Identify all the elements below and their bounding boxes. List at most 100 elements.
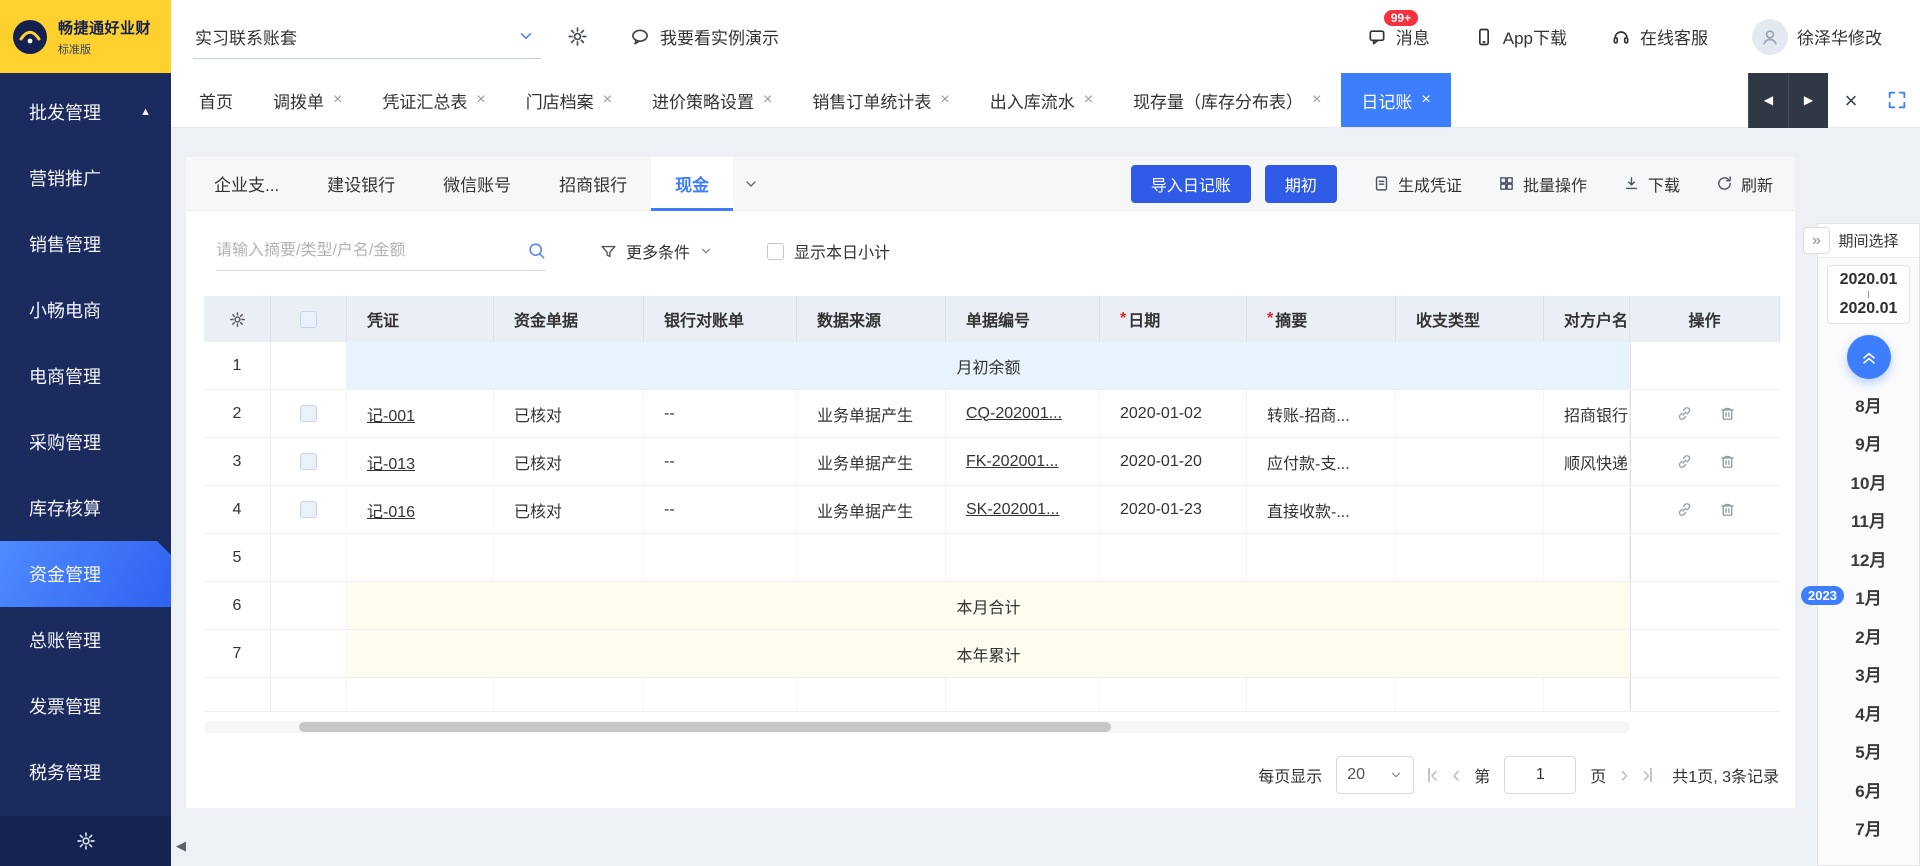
scroll-tabs-right-button[interactable]: ▶: [1788, 72, 1828, 128]
horizontal-scrollbar[interactable]: [204, 721, 1630, 733]
tab-进价策略设置[interactable]: 进价策略设置 ×: [632, 73, 792, 127]
daily-subtotal-toggle[interactable]: 显示本日小计: [767, 239, 890, 263]
row-checkbox[interactable]: [300, 501, 317, 518]
search-input[interactable]: [216, 241, 519, 260]
demo-link[interactable]: 我要看实例演示: [630, 24, 779, 49]
row-checkbox[interactable]: [300, 453, 317, 470]
delete-icon[interactable]: [1719, 501, 1736, 518]
sidebar-item-电商管理[interactable]: 电商管理: [0, 343, 171, 409]
subtab-现金[interactable]: 现金: [651, 156, 734, 211]
page-input[interactable]: [1504, 756, 1577, 794]
month-10月[interactable]: 10月: [1818, 462, 1919, 501]
subtab-dropdown-button[interactable]: [733, 176, 769, 192]
tab-首页[interactable]: 首页: [179, 73, 253, 127]
sidebar-item-批发管理[interactable]: 批发管理 ▲: [0, 79, 171, 145]
row-checkbox-cell[interactable]: [271, 390, 347, 437]
close-tab-icon[interactable]: ×: [1312, 91, 1321, 109]
per-page-select[interactable]: 20: [1336, 756, 1415, 794]
sidebar-item-营销推广[interactable]: 营销推广: [0, 145, 171, 211]
subtab-招商银行[interactable]: 招商银行: [535, 157, 651, 211]
month-2月[interactable]: 2月: [1818, 616, 1919, 655]
month-6月[interactable]: 6月: [1818, 770, 1919, 809]
toolbar-button-刷新[interactable]: 刷新: [1716, 172, 1773, 196]
sidebar-item-总账管理[interactable]: 总账管理: [0, 607, 171, 673]
close-tabs-button[interactable]: ×: [1828, 73, 1874, 128]
tab-现存量（库存分布表）[interactable]: 现存量（库存分布表） ×: [1113, 73, 1341, 127]
sidebar-item-税务管理[interactable]: 税务管理: [0, 739, 171, 805]
scrollbar-thumb[interactable]: [299, 722, 1111, 732]
document-link[interactable]: 记-016: [367, 498, 415, 522]
toolbar-button-期初[interactable]: 期初: [1264, 164, 1337, 203]
more-conditions-button[interactable]: 更多条件: [600, 239, 713, 263]
close-tab-icon[interactable]: ×: [1084, 91, 1093, 109]
collapse-sidebar-button[interactable]: ◀: [176, 838, 186, 854]
tab-凭证汇总表[interactable]: 凭证汇总表 ×: [362, 73, 505, 127]
select-all-checkbox[interactable]: [271, 296, 347, 342]
close-tab-icon[interactable]: ×: [1421, 91, 1430, 109]
month-4月[interactable]: 4月: [1818, 693, 1919, 732]
tab-门店档案[interactable]: 门店档案 ×: [506, 73, 632, 127]
document-link[interactable]: SK-202001...: [966, 501, 1059, 519]
messages-button[interactable]: 99+ 消息: [1367, 8, 1430, 49]
tab-出入库流水[interactable]: 出入库流水 ×: [970, 73, 1113, 127]
sidebar-item-小畅电商[interactable]: 小畅电商: [0, 277, 171, 343]
sidebar-item-销售管理[interactable]: 销售管理: [0, 211, 171, 277]
row-checkbox[interactable]: [300, 405, 317, 422]
month-11月[interactable]: 11月: [1818, 501, 1919, 540]
collapse-panel-button[interactable]: »: [1803, 227, 1830, 254]
link-icon[interactable]: [1676, 501, 1693, 518]
subtab-企业支...[interactable]: 企业支...: [190, 157, 303, 211]
table-settings-gear-icon[interactable]: [204, 296, 271, 342]
close-tab-icon[interactable]: ×: [333, 91, 342, 109]
sidebar-item-采购管理[interactable]: 采购管理: [0, 409, 171, 475]
month-7月[interactable]: 7月: [1818, 809, 1919, 848]
prev-page-button[interactable]: ‹: [1452, 763, 1460, 787]
user-menu[interactable]: 徐泽华修改: [1752, 18, 1882, 55]
close-tab-icon[interactable]: ×: [940, 91, 949, 109]
first-page-button[interactable]: ‹: [1428, 763, 1438, 787]
link-icon[interactable]: [1676, 453, 1693, 470]
month-12月[interactable]: 12月: [1818, 539, 1919, 578]
toolbar-button-生成凭证[interactable]: 生成凭证: [1373, 172, 1462, 196]
fullscreen-button[interactable]: [1874, 89, 1920, 111]
document-link[interactable]: CQ-202001...: [966, 405, 1062, 423]
last-page-button[interactable]: ›: [1642, 763, 1653, 787]
daily-subtotal-checkbox[interactable]: [767, 242, 785, 260]
link-icon[interactable]: [1676, 405, 1693, 422]
account-set-select[interactable]: 实习联系账套: [193, 15, 541, 59]
toolbar-button-下载[interactable]: 下载: [1623, 172, 1680, 196]
scroll-up-button[interactable]: [1846, 335, 1891, 379]
online-service-button[interactable]: 在线客服: [1611, 24, 1708, 49]
search-icon[interactable]: [527, 241, 546, 260]
toolbar-button-导入日记账[interactable]: 导入日记账: [1130, 164, 1251, 203]
sidebar-settings-button[interactable]: [0, 816, 171, 866]
subtab-建设银行[interactable]: 建设银行: [303, 157, 419, 211]
sidebar-item-资金管理[interactable]: 资金管理: [0, 541, 171, 607]
row-checkbox-cell[interactable]: [271, 486, 347, 533]
document-link[interactable]: 记-013: [367, 450, 415, 474]
close-tab-icon[interactable]: ×: [763, 91, 772, 109]
subtab-微信账号[interactable]: 微信账号: [419, 157, 535, 211]
row-checkbox-cell[interactable]: [271, 438, 347, 485]
month-9月[interactable]: 9月: [1818, 424, 1919, 463]
tab-销售订单统计表[interactable]: 销售订单统计表 ×: [792, 73, 969, 127]
period-range[interactable]: 2020.01 2020.01: [1827, 265, 1910, 324]
sidebar-item-发票管理[interactable]: 发票管理: [0, 673, 171, 739]
document-link[interactable]: FK-202001...: [966, 453, 1059, 471]
sidebar-item-库存核算[interactable]: 库存核算: [0, 475, 171, 541]
month-8月[interactable]: 8月: [1818, 385, 1919, 424]
tab-日记账[interactable]: 日记账 ×: [1341, 73, 1451, 127]
toolbar-button-批量操作[interactable]: 批量操作: [1498, 172, 1587, 196]
scroll-tabs-left-button[interactable]: ◀: [1748, 72, 1788, 128]
delete-icon[interactable]: [1719, 405, 1736, 422]
settings-gear-icon[interactable]: [567, 26, 588, 47]
app-download-button[interactable]: App下载: [1474, 24, 1567, 49]
month-5月[interactable]: 5月: [1818, 732, 1919, 771]
tab-调拨单[interactable]: 调拨单 ×: [253, 73, 362, 127]
delete-icon[interactable]: [1719, 453, 1736, 470]
month-3月[interactable]: 3月: [1818, 655, 1919, 694]
close-tab-icon[interactable]: ×: [603, 91, 612, 109]
close-tab-icon[interactable]: ×: [476, 91, 485, 109]
document-link[interactable]: 记-001: [367, 402, 415, 426]
next-page-button[interactable]: ›: [1620, 763, 1628, 787]
